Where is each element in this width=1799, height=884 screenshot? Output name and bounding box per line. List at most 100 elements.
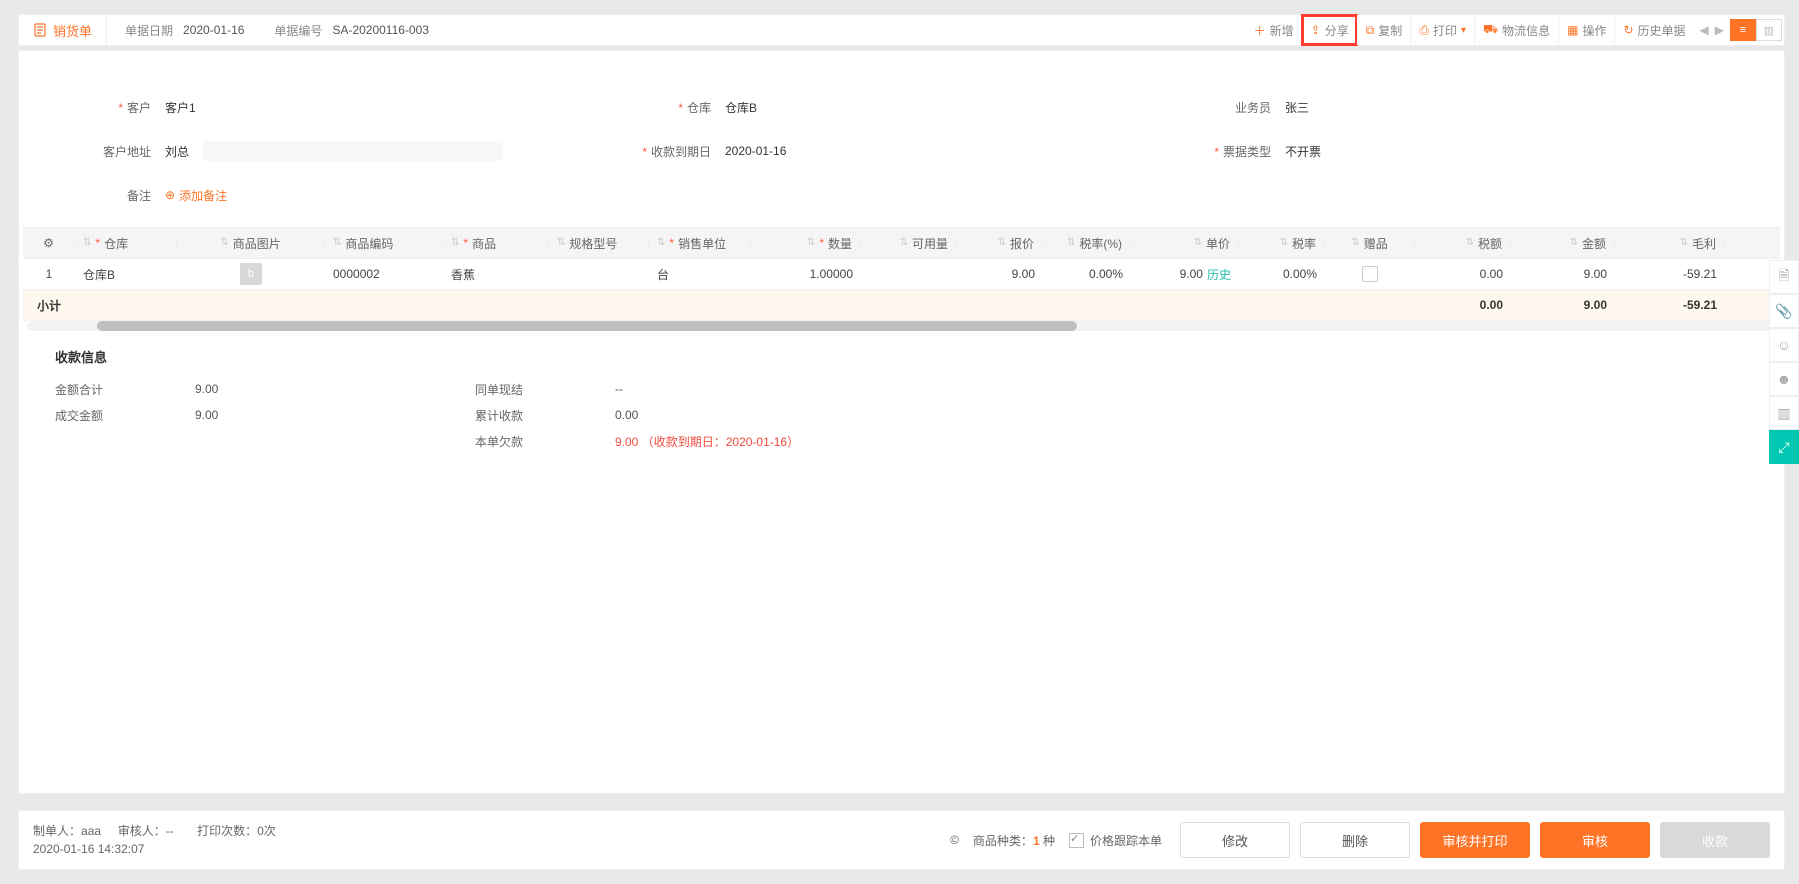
invoice-type-value[interactable]: 不开票 <box>1285 143 1321 160</box>
copyright-icon: © <box>950 833 959 847</box>
operate-button[interactable]: ▦操作 <box>1558 15 1614 45</box>
cell-price: 9.00 <box>957 267 1043 281</box>
col-discount[interactable]: ⇅税率(%) <box>1043 235 1131 252</box>
rail-attach-icon[interactable]: 📎 <box>1769 294 1799 328</box>
receive-button[interactable]: 收款 <box>1660 822 1770 858</box>
delete-button[interactable]: 删除 <box>1300 822 1410 858</box>
col-unit[interactable]: ⇅*销售单位 <box>649 235 751 252</box>
view-list-button[interactable]: ≡ <box>1730 19 1756 41</box>
horizontal-scrollbar[interactable] <box>27 321 1776 331</box>
footer-info: 制单人：aaa 审核人：-- 打印次数：0次 2020-01-16 14:32:… <box>33 822 276 858</box>
image-placeholder-icon: b <box>240 263 262 285</box>
rail-chat-icon[interactable]: ☺ <box>1769 328 1799 362</box>
col-code[interactable]: ⇅商品编码 <box>325 235 443 252</box>
rail-more-icon[interactable]: ▥ <box>1769 396 1799 430</box>
subtotal-row: 小计 0.00 9.00 -59.21 <box>23 290 1780 321</box>
kinds-value: 1 <box>1033 834 1040 848</box>
audit-button[interactable]: 审核 <box>1540 822 1650 858</box>
col-qty[interactable]: ⇅*数量 <box>751 235 861 252</box>
col-tax-rate[interactable]: ⇅税率 <box>1239 235 1325 252</box>
copy-button[interactable]: ⧉复制 <box>1357 15 1411 45</box>
col-image[interactable]: ⇅商品图片 <box>177 235 325 252</box>
payment-section: 收款信息 金额合计9.00 同单现结-- 成交金额9.00 累计收款0.00 本… <box>19 331 1784 470</box>
deal-value: 9.00 <box>195 408 255 422</box>
scrollbar-thumb[interactable] <box>97 321 1077 331</box>
field-remark: 备注 ⊕添加备注 <box>55 187 615 204</box>
total-value: 9.00 <box>195 382 255 396</box>
field-invoice-type: *票据类型 不开票 <box>1175 143 1735 160</box>
col-product[interactable]: ⇅*商品 <box>443 235 549 252</box>
col-warehouse[interactable]: ⇅*仓库 <box>75 235 177 252</box>
subtotal-label: 小计 <box>23 297 75 314</box>
maker-value: aaa <box>81 824 101 838</box>
warehouse-value[interactable]: 仓库B <box>725 99 757 116</box>
plus-circle-icon: ⊕ <box>165 188 175 202</box>
rail-note-icon[interactable]: 🗎 <box>1769 260 1799 294</box>
table-row[interactable]: 1 仓库B b 0000002 香蕉 台 1.00000 9.00 0.00% … <box>23 259 1780 290</box>
print-button[interactable]: ⎙打印▾ <box>1410 15 1474 45</box>
header-form: *客户 客户1 *仓库 仓库B 业务员 张三 客户地址 刘总 <box>19 51 1784 227</box>
footer-center: © 商品种类：1 种 价格跟踪本单 <box>950 832 1162 849</box>
col-unit-price[interactable]: ⇅单价 <box>1131 235 1239 252</box>
new-button[interactable]: ＋新增 <box>1246 15 1302 45</box>
share-button[interactable]: ⇪分享 <box>1302 15 1357 45</box>
col-gear[interactable]: ⚙ <box>23 236 75 250</box>
follow-price-checkbox[interactable] <box>1069 833 1084 848</box>
col-gross[interactable]: ⇅毛利 <box>1615 235 1725 252</box>
logistics-button[interactable]: ⛟物流信息 <box>1474 15 1558 45</box>
add-remark-link[interactable]: ⊕添加备注 <box>165 187 227 204</box>
footer-timestamp: 2020-01-16 14:32:07 <box>33 840 276 858</box>
cell-index: 1 <box>23 267 75 281</box>
field-salesman: 业务员 张三 <box>1175 99 1735 116</box>
customer-value[interactable]: 客户1 <box>165 99 196 116</box>
col-price[interactable]: ⇅报价 <box>957 235 1043 252</box>
col-amount[interactable]: ⇅金额 <box>1511 235 1615 252</box>
items-table: ⚙ ⇅*仓库 ⇅商品图片 ⇅商品编码 ⇅*商品 ⇅规格型号 ⇅*销售单位 ⇅*数… <box>23 227 1780 331</box>
cell-tax-amount: 0.00 <box>1415 267 1511 281</box>
gift-checkbox[interactable] <box>1362 266 1378 282</box>
rail-expand-icon[interactable]: ⤢ <box>1769 430 1799 464</box>
tab-title: 销货单 <box>53 21 92 40</box>
right-rail: 🗎 📎 ☺ ☻ ▥ ⤢ <box>1769 260 1799 464</box>
col-tax-amount[interactable]: ⇅税额 <box>1415 235 1511 252</box>
action-bar: ＋新增 ⇪分享 ⧉复制 ⎙打印▾ ⛟物流信息 ▦操作 ↻历史单据 ◀ ▶ ≡ ▥ <box>1246 15 1784 45</box>
main-card: *客户 客户1 *仓库 仓库B 业务员 张三 客户地址 刘总 <box>18 50 1785 794</box>
prev-page[interactable]: ◀ <box>1700 23 1709 37</box>
doc-meta: 单据日期 2020-01-16 单据编号 SA-20200116-003 <box>125 22 429 39</box>
cell-gift <box>1325 266 1415 282</box>
cell-tax-rate: 0.00% <box>1239 267 1325 281</box>
cell-image: b <box>177 263 325 285</box>
price-history-link[interactable]: 历史 <box>1207 266 1231 283</box>
no-value: SA-20200116-003 <box>332 23 429 37</box>
col-gift[interactable]: ⇅赠品 <box>1325 235 1415 252</box>
next-page[interactable]: ▶ <box>1715 23 1724 37</box>
history-button[interactable]: ↻历史单据 <box>1614 15 1693 45</box>
audit-print-button[interactable]: 审核并打印 <box>1420 822 1530 858</box>
document-icon <box>33 23 47 37</box>
subtotal-gross: -59.21 <box>1615 298 1725 312</box>
date-label: 单据日期 <box>125 22 173 39</box>
rail-user-icon[interactable]: ☻ <box>1769 362 1799 396</box>
app-root: 销货单 单据日期 2020-01-16 单据编号 SA-20200116-003… <box>0 0 1799 884</box>
tab-sales-order[interactable]: 销货单 <box>19 15 107 45</box>
address-value[interactable]: 刘总 <box>165 143 189 160</box>
print-icon: ⎙ <box>1419 23 1429 38</box>
cell-product: 香蕉 <box>443 266 549 283</box>
field-warehouse: *仓库 仓库B <box>615 99 1175 116</box>
date-value: 2020-01-16 <box>183 23 244 37</box>
col-available[interactable]: ⇅可用量 <box>861 235 957 252</box>
edit-button[interactable]: 修改 <box>1180 822 1290 858</box>
col-spec[interactable]: ⇅规格型号 <box>549 235 649 252</box>
field-customer: *客户 客户1 <box>55 99 615 116</box>
field-address: 客户地址 刘总 <box>55 141 615 161</box>
due-value[interactable]: 2020-01-16 <box>725 144 786 158</box>
cell-warehouse: 仓库B <box>75 266 177 283</box>
share-icon: ⇪ <box>1311 23 1321 37</box>
cum-value: 0.00 <box>615 408 675 422</box>
view-grid-button[interactable]: ▥ <box>1756 19 1782 41</box>
salesman-value[interactable]: 张三 <box>1285 99 1309 116</box>
cell-code: 0000002 <box>325 267 443 281</box>
view-toggle: ≡ ▥ <box>1730 19 1784 41</box>
copy-icon: ⧉ <box>1366 23 1375 38</box>
plus-icon: ＋ <box>1254 22 1266 39</box>
